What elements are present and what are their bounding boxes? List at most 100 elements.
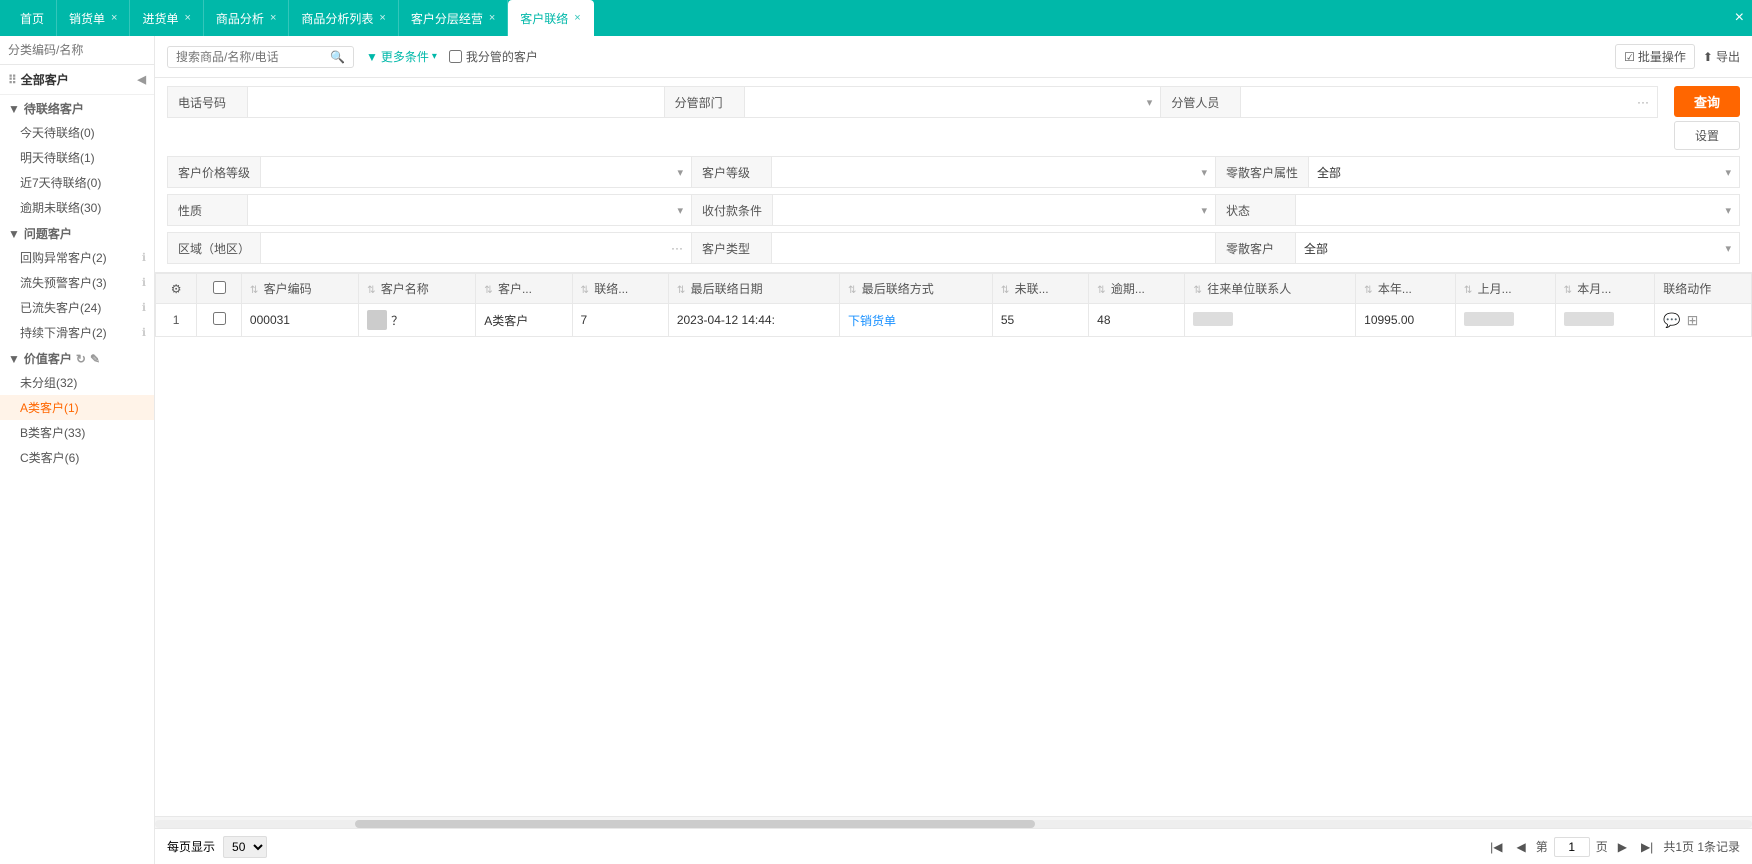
filter-customer-type-input[interactable] [772, 233, 1215, 263]
my-customers-check[interactable] [449, 50, 462, 63]
search-box: 🔍 [167, 46, 354, 68]
sidebar-search-input[interactable] [8, 43, 155, 57]
chevron-down-icon[interactable]: ▾ [1193, 204, 1215, 217]
search-input[interactable] [176, 50, 326, 64]
filter-payment-input[interactable] [773, 195, 1193, 225]
customer-name[interactable]: ？ [391, 312, 403, 329]
chat-icon[interactable]: 💬 [1663, 312, 1680, 329]
sidebar-item-loss-warning[interactable]: 流失预警客户(3) ℹ [0, 270, 154, 295]
nav-customer-segment[interactable]: 客户分层经营 × [399, 0, 508, 36]
sidebar-group-problem[interactable]: ▼ 问题客户 [0, 220, 154, 245]
info-icon: ℹ [142, 276, 146, 289]
col-code: ⇅ 客户编码 [241, 274, 358, 304]
search-icon[interactable]: 🔍 [330, 50, 345, 64]
chevron-down-icon[interactable]: ▾ [1717, 242, 1739, 255]
sidebar-group-pending[interactable]: ▼ 待联络客户 [0, 95, 154, 120]
gear-icon[interactable]: ⚙ [171, 282, 182, 296]
grid-icon: ⠿ [8, 73, 17, 87]
export-btn[interactable]: ⬆ 导出 [1703, 48, 1740, 65]
sort-icon: ⇅ [250, 285, 258, 296]
close-icon[interactable]: × [270, 12, 276, 24]
filter-person-input[interactable] [1241, 87, 1629, 117]
prev-page-btn[interactable]: ◀ [1512, 838, 1529, 856]
nav-product-analysis[interactable]: 商品分析 × [204, 0, 289, 36]
col-action: 联络动作 [1655, 274, 1752, 304]
nav-customer-contact[interactable]: 客户联络 × [508, 0, 593, 36]
close-icon[interactable]: × [574, 12, 580, 24]
query-button[interactable]: 查询 [1674, 86, 1740, 117]
sidebar-item-continuous-decline[interactable]: 持续下滑客户(2) ℹ [0, 320, 154, 345]
qrcode-icon[interactable]: ⊞ [1687, 312, 1699, 329]
more-filters-btn[interactable]: ▼ 更多条件 ▾ [366, 48, 437, 65]
refresh-icon[interactable]: ↻ [76, 352, 86, 366]
next-page-btn[interactable]: ▶ [1614, 838, 1631, 856]
filter-retail-attr-input[interactable] [1309, 157, 1717, 187]
sort-icon: ⇅ [1097, 285, 1105, 296]
all-customers-header[interactable]: ⠿ 全部客户 ◀ [0, 65, 154, 95]
first-page-btn[interactable]: |◀ [1486, 838, 1506, 856]
collapse-icon[interactable]: ◀ [138, 73, 146, 86]
chevron-down-icon[interactable]: ▾ [1139, 96, 1161, 109]
col-this-year: ⇅ 本年... [1356, 274, 1456, 304]
close-icon[interactable]: × [489, 12, 495, 24]
last-page-btn[interactable]: ▶| [1637, 838, 1657, 856]
last-method-link[interactable]: 下销货单 [848, 314, 896, 328]
select-all-checkbox[interactable] [213, 281, 226, 294]
filter-customer-level-input[interactable] [772, 157, 1193, 187]
cell-type: A类客户 [476, 304, 572, 337]
sidebar-item-overdue-contact[interactable]: 逾期未联络(30) [0, 195, 154, 220]
chevron-down-icon[interactable]: ▾ [1717, 166, 1739, 179]
sidebar-item-today-pending[interactable]: 今天待联络(0) [0, 120, 154, 145]
chevron-down-icon[interactable]: ▾ [669, 166, 691, 179]
cell-last-month [1455, 304, 1555, 337]
window-close-icon[interactable]: × [1735, 9, 1744, 27]
page-number-input[interactable] [1554, 837, 1590, 857]
batch-op-btn[interactable]: ☑ 批量操作 [1615, 44, 1695, 69]
nav-home[interactable]: 首页 [8, 0, 57, 36]
filter-retail-customer-label: 零散客户 [1216, 233, 1296, 263]
setting-button[interactable]: 设置 [1674, 121, 1740, 150]
filter-status-input[interactable] [1296, 195, 1717, 225]
page-size-select[interactable]: 50 [223, 836, 267, 858]
chevron-down-icon[interactable]: ▾ [1193, 166, 1215, 179]
my-customers-checkbox[interactable]: 我分管的客户 [449, 48, 538, 65]
close-icon[interactable]: × [379, 12, 385, 24]
close-icon[interactable]: × [111, 12, 117, 24]
sidebar-group-problem-label: 问题客户 [24, 225, 72, 242]
edit-icon[interactable]: ✎ [90, 352, 100, 366]
filter-phone-input[interactable] [248, 87, 664, 117]
sidebar-item-a-class[interactable]: A类客户(1) [0, 395, 154, 420]
filter-person: 分管人员 ··· [1160, 86, 1658, 118]
more-filters-label: 更多条件 [381, 48, 429, 65]
filter-dept-input[interactable] [745, 87, 1139, 117]
cell-uncontacted: 55 [992, 304, 1088, 337]
sidebar-item-already-lost[interactable]: 已流失客户(24) ℹ [0, 295, 154, 320]
nav-sales[interactable]: 销货单 × [57, 0, 130, 36]
info-icon: ℹ [142, 326, 146, 339]
nav-product-list[interactable]: 商品分析列表 × [289, 0, 398, 36]
chevron-down-icon[interactable]: ▾ [669, 204, 691, 217]
sidebar-group-value[interactable]: ▼ 价值客户 ↻ ✎ [0, 345, 154, 370]
filter-nature-label: 性质 [168, 195, 248, 225]
more-icon[interactable]: ··· [1629, 95, 1657, 109]
col-overdue: ⇅ 逾期... [1089, 274, 1185, 304]
sidebar-item-tomorrow-pending[interactable]: 明天待联络(1) [0, 145, 154, 170]
filter-price-level-input[interactable] [261, 157, 669, 187]
nav-purchase[interactable]: 进货单 × [130, 0, 203, 36]
filter-nature-input[interactable] [248, 195, 669, 225]
filter-region-input[interactable] [261, 233, 663, 263]
chevron-down-icon[interactable]: ▾ [1717, 204, 1739, 217]
avatar [367, 310, 387, 330]
close-icon[interactable]: × [184, 12, 190, 24]
sidebar-item-7days-pending[interactable]: 近7天待联络(0) [0, 170, 154, 195]
sidebar-item-b-class[interactable]: B类客户(33) [0, 420, 154, 445]
sidebar-item-ungrouped[interactable]: 未分组(32) [0, 370, 154, 395]
filter-customer-level: 客户等级 ▾ [691, 156, 1216, 188]
sidebar-item-repurchase-abnormal[interactable]: 回购异常客户(2) ℹ [0, 245, 154, 270]
filter-retail-customer-input[interactable] [1296, 233, 1717, 263]
more-icon[interactable]: ··· [663, 241, 691, 255]
row-checkbox[interactable] [213, 312, 226, 325]
horizontal-scrollbar[interactable] [155, 816, 1752, 828]
sidebar-item-c-class[interactable]: C类客户(6) [0, 445, 154, 470]
page-size-label: 每页显示 [167, 838, 215, 855]
